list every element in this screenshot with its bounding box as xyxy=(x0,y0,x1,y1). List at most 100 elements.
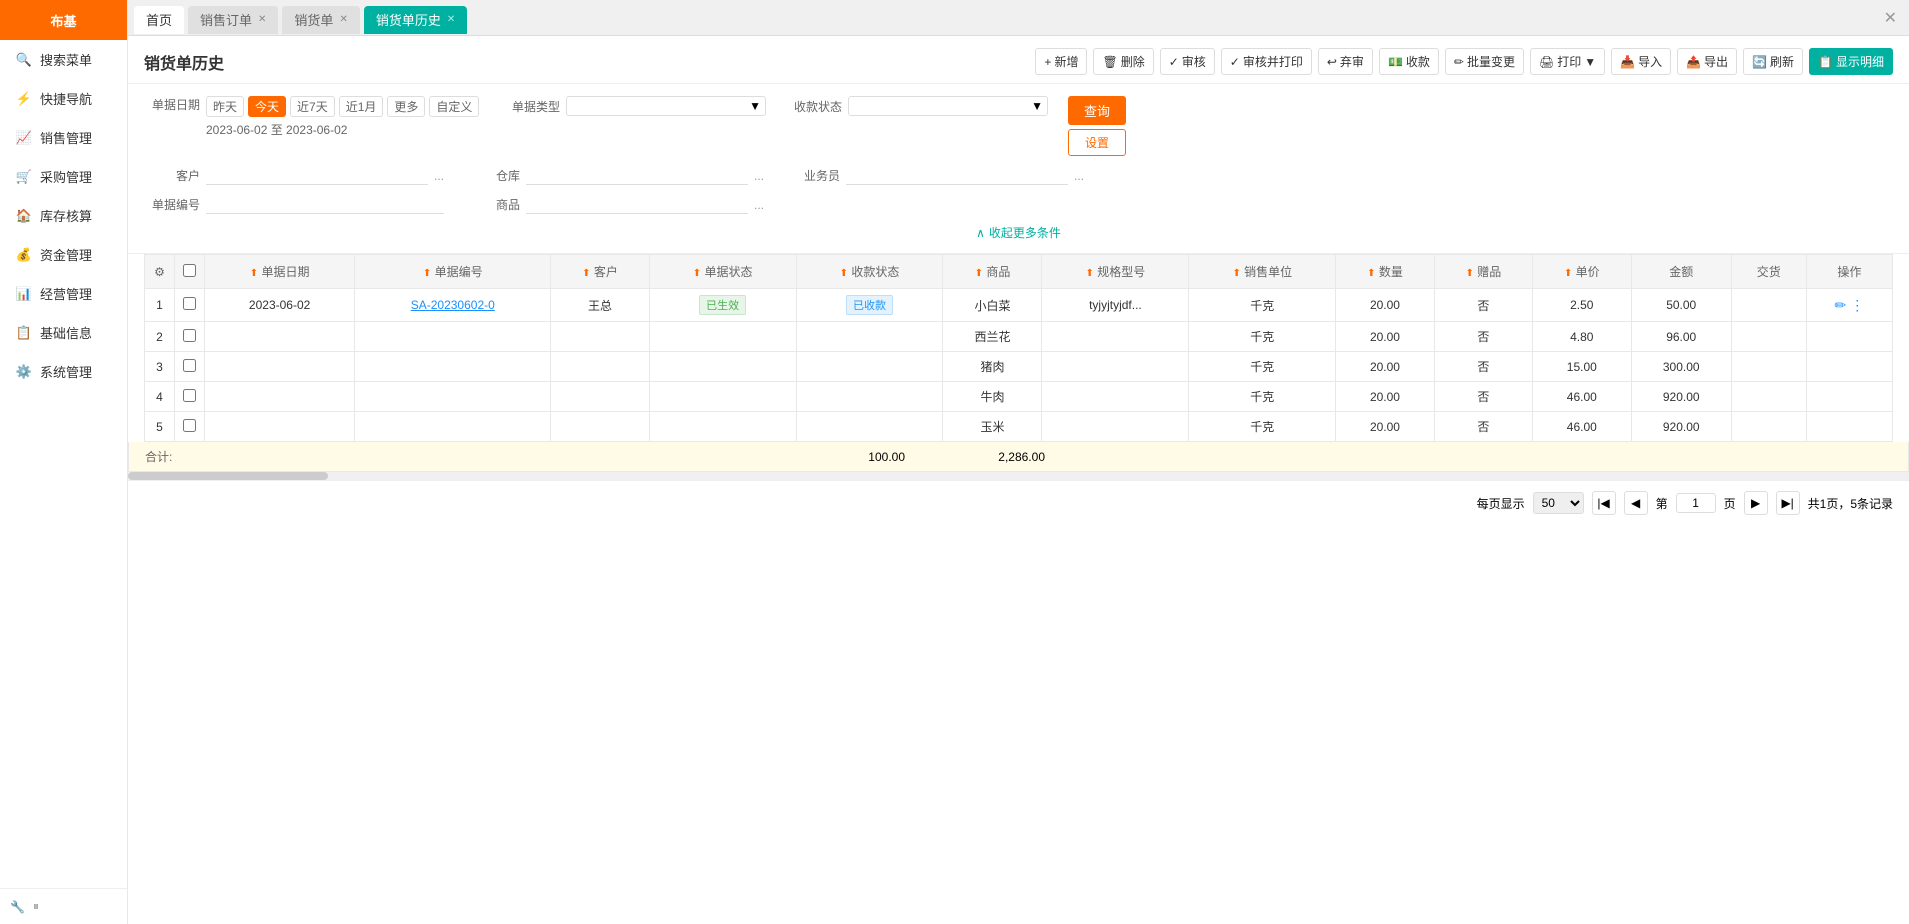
last-page-button[interactable]: ▶| xyxy=(1776,491,1800,515)
cell-number[interactable]: SA-20230602-0 xyxy=(355,289,551,322)
doc-type-select[interactable]: ▼ xyxy=(566,96,766,116)
add-button[interactable]: + 新增 xyxy=(1035,48,1087,75)
date-btn-more[interactable]: 更多 xyxy=(387,96,425,117)
col-amount[interactable]: 金额 xyxy=(1631,255,1731,289)
sidebar-item-basic-info[interactable]: 📋 基础信息 xyxy=(0,313,127,352)
date-btn-today[interactable]: 今天 xyxy=(248,96,286,117)
date-btn-custom[interactable]: 自定义 xyxy=(429,96,479,117)
collect-status-dropdown-icon: ▼ xyxy=(1031,99,1043,113)
row-checkbox[interactable] xyxy=(183,419,196,432)
date-btn-1month[interactable]: 近1月 xyxy=(339,96,384,117)
sidebar-item-sys-mgmt[interactable]: ⚙️ 系统管理 xyxy=(0,352,127,391)
doc-number-input[interactable] xyxy=(206,195,444,214)
sidebar-collapse-icon[interactable]: ⏸ xyxy=(33,899,39,914)
col-checkbox[interactable] xyxy=(175,255,205,289)
page-number-input[interactable] xyxy=(1676,493,1716,513)
warehouse-input[interactable] xyxy=(526,166,748,185)
collect-button[interactable]: 💵 收款 xyxy=(1379,48,1439,75)
col-trade[interactable]: 交货 xyxy=(1731,255,1806,289)
settings-button[interactable]: 设置 xyxy=(1068,129,1126,156)
salesperson-dots[interactable]: ... xyxy=(1074,169,1084,183)
print-icon: 🖨 xyxy=(1539,55,1554,69)
edit-icon[interactable]: ✏ xyxy=(1834,297,1846,314)
summary-label: 合计: xyxy=(145,448,205,465)
date-btn-yesterday[interactable]: 昨天 xyxy=(206,96,244,117)
delete-button[interactable]: 🗑 删除 xyxy=(1093,48,1153,75)
tab-sales-order-close[interactable]: ✕ xyxy=(258,14,266,25)
first-page-button[interactable]: |◀ xyxy=(1592,491,1616,515)
col-gift[interactable]: ⬆ 赠品 xyxy=(1434,255,1532,289)
cell-action xyxy=(1806,412,1892,442)
page-size-select[interactable]: 50 100 200 xyxy=(1533,492,1584,514)
next-page-button[interactable]: ▶ xyxy=(1744,491,1768,515)
cell-price: 15.00 xyxy=(1533,352,1631,382)
import-button[interactable]: 📥 导入 xyxy=(1611,48,1671,75)
collect-status-select[interactable]: ▼ xyxy=(848,96,1048,116)
select-all-checkbox[interactable] xyxy=(183,264,196,277)
sidebar-item-purchase-mgmt[interactable]: 🛒 采购管理 xyxy=(0,157,127,196)
refresh-button[interactable]: 🔄 刷新 xyxy=(1743,48,1803,75)
tab-sales-goods-close[interactable]: ✕ xyxy=(339,14,347,25)
prev-page-button[interactable]: ◀ xyxy=(1624,491,1648,515)
collapse-btn[interactable]: ∧ 收起更多条件 xyxy=(144,224,1893,241)
sidebar-item-finance[interactable]: 💰 资金管理 xyxy=(0,235,127,274)
customer-dots[interactable]: ... xyxy=(434,169,444,183)
row-checkbox-cell[interactable] xyxy=(175,322,205,352)
row-checkbox[interactable] xyxy=(183,359,196,372)
row-checkbox[interactable] xyxy=(183,297,196,310)
close-all-tabs[interactable]: ✕ xyxy=(1876,8,1905,28)
col-unit[interactable]: ⬆ 销售单位 xyxy=(1189,255,1336,289)
batch-change-button[interactable]: ✏ 批量变更 xyxy=(1445,48,1524,75)
show-details-button[interactable]: 📋 显示明细 xyxy=(1809,48,1893,75)
tab-home[interactable]: 首页 xyxy=(134,6,184,34)
tab-sales-order[interactable]: 销售订单 ✕ xyxy=(188,6,278,34)
table-row: 12023-06-02SA-20230602-0王总已生效已收款小白菜tyjyj… xyxy=(145,289,1893,322)
doc-number-link[interactable]: SA-20230602-0 xyxy=(411,298,495,312)
review-button[interactable]: ✓ 审核 xyxy=(1160,48,1215,75)
col-customer[interactable]: ⬆ 客户 xyxy=(551,255,649,289)
col-qty[interactable]: ⬆ 数量 xyxy=(1336,255,1434,289)
goods-input[interactable] xyxy=(526,195,748,214)
print-button[interactable]: 🖨 打印 ▼ xyxy=(1530,48,1605,75)
tab-sales-history-close[interactable]: ✕ xyxy=(447,14,455,25)
tab-sales-goods[interactable]: 销货单 ✕ xyxy=(282,6,359,34)
row-checkbox[interactable] xyxy=(183,389,196,402)
goods-dots[interactable]: ... xyxy=(754,198,764,212)
row-checkbox-cell[interactable] xyxy=(175,382,205,412)
salesperson-input[interactable] xyxy=(846,166,1068,185)
export-icon: 📤 xyxy=(1686,55,1701,69)
col-gear[interactable]: ⚙ xyxy=(145,255,175,289)
col-spec[interactable]: ⬆ 规格型号 xyxy=(1042,255,1189,289)
abandon-button[interactable]: ↩ 弃审 xyxy=(1318,48,1373,75)
sidebar-item-search-menu[interactable]: 🔍 搜索菜单 xyxy=(0,40,127,79)
query-button[interactable]: 查询 xyxy=(1068,96,1126,125)
sidebar-item-sales-mgmt[interactable]: 📈 销售管理 xyxy=(0,118,127,157)
copy-icon[interactable]: ⋮ xyxy=(1850,297,1864,314)
date-label: 单据日期 xyxy=(144,96,200,113)
sidebar-item-inventory[interactable]: 🏠 库存核算 xyxy=(0,196,127,235)
col-doc-status[interactable]: ⬆ 单据状态 xyxy=(649,255,796,289)
cell-date: 2023-06-02 xyxy=(205,289,355,322)
customer-input[interactable] xyxy=(206,166,428,185)
horizontal-scrollbar[interactable] xyxy=(128,472,1909,480)
tab-sales-history[interactable]: 销货单历史 ✕ xyxy=(364,6,467,34)
export-button[interactable]: 📤 导出 xyxy=(1677,48,1737,75)
col-date[interactable]: ⬆ 单据日期 xyxy=(205,255,355,289)
sidebar-item-quick-nav[interactable]: ⚡ 快捷导航 xyxy=(0,79,127,118)
col-number[interactable]: ⬆ 单据编号 xyxy=(355,255,551,289)
row-checkbox-cell[interactable] xyxy=(175,412,205,442)
warehouse-dots[interactable]: ... xyxy=(754,169,764,183)
sidebar-user-icon[interactable]: 🔧 xyxy=(10,900,25,914)
col-goods[interactable]: ⬆ 商品 xyxy=(943,255,1042,289)
row-checkbox-cell[interactable] xyxy=(175,352,205,382)
col-collect-status[interactable]: ⬆ 收款状态 xyxy=(796,255,943,289)
col-price[interactable]: ⬆ 单价 xyxy=(1533,255,1631,289)
sidebar-item-operations[interactable]: 📊 经营管理 xyxy=(0,274,127,313)
review-print-button[interactable]: ✓ 审核并打印 xyxy=(1221,48,1312,75)
cell-gift: 否 xyxy=(1434,289,1532,322)
row-checkbox-cell[interactable] xyxy=(175,289,205,322)
date-btn-7days[interactable]: 近7天 xyxy=(290,96,335,117)
cell-action[interactable]: ✏⋮ xyxy=(1806,289,1892,322)
row-checkbox[interactable] xyxy=(183,329,196,342)
scrollbar-thumb[interactable] xyxy=(128,472,328,480)
